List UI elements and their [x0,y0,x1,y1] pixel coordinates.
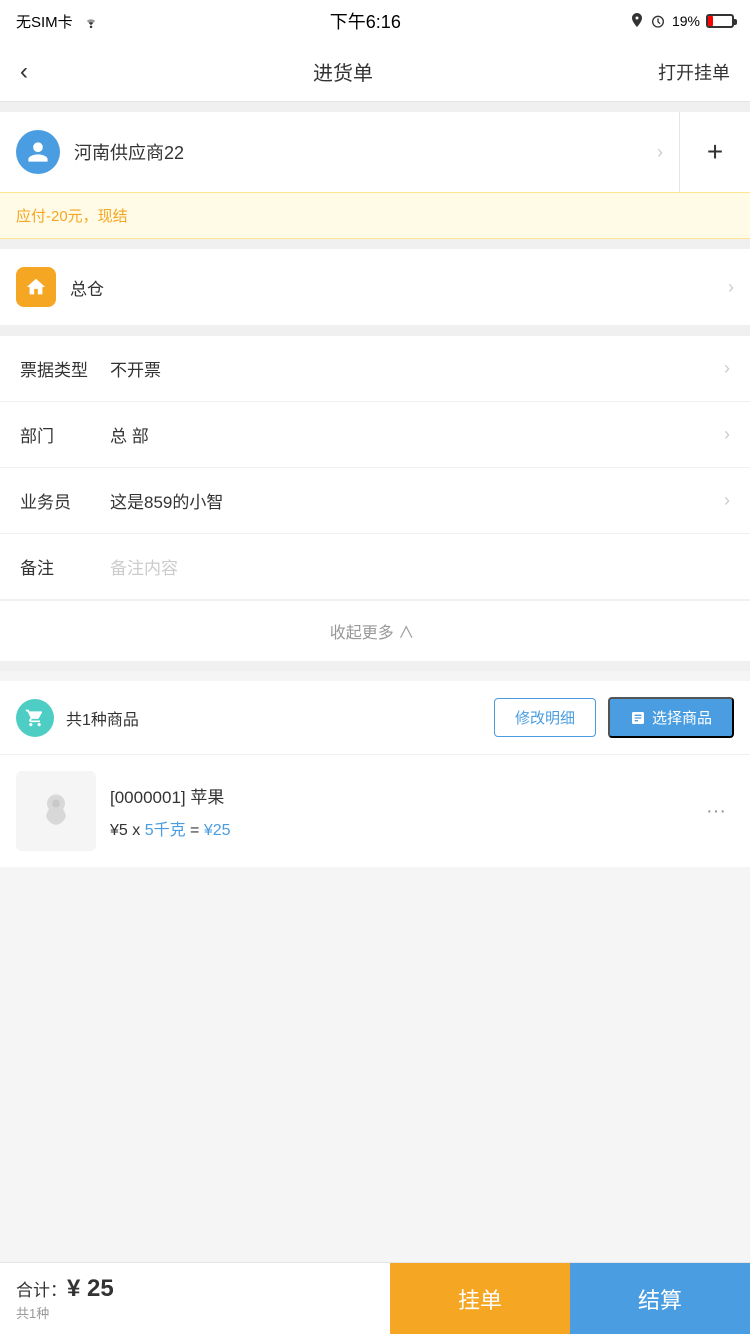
products-icon [16,699,54,737]
person-icon [26,140,50,164]
product-placeholder-icon [31,786,81,836]
chevron-right-icon: › [657,142,663,163]
warehouse-icon [16,267,56,307]
total-price: ¥25 [204,822,231,839]
notice-banner: 应付-20元，现结 [0,192,750,239]
alarm-icon [650,13,666,29]
divider-1 [0,102,750,112]
product-thumbnail [16,771,96,851]
products-count: 共1种商品 [66,706,482,730]
nav-bar: ‹ 进货单 打开挂单 [0,42,750,102]
select-product-label: 选择商品 [652,707,712,728]
divider-4 [0,661,750,671]
location-icon [630,13,644,29]
house-icon [25,276,47,298]
warehouse-chevron-icon: › [728,277,734,298]
collapse-label: 收起更多 ∧ [330,619,414,643]
supplier-section: 河南供应商22 › + [0,112,750,192]
wifi-icon [81,13,101,29]
products-section: 共1种商品 修改明细 选择商品 [0000001] 苹果 ¥5 x 5千克 = … [0,681,750,867]
total-amount: ¥ 25 [67,1275,114,1302]
cart-icon [25,708,45,728]
product-more-button[interactable]: ··· [698,792,734,831]
supplier-name: 河南供应商22 [74,139,657,165]
select-icon [630,710,646,726]
products-header: 共1种商品 修改明细 选择商品 [0,681,750,755]
remarks-label: 备注 [20,554,110,579]
pending-button[interactable]: 挂单 [390,1263,570,1334]
salesperson-chevron-icon: › [724,490,730,511]
warehouse-name: 总仓 [70,275,728,300]
battery-icon [706,14,734,28]
divider-2 [0,239,750,249]
total-main: 合计：¥ 25 [16,1275,374,1303]
department-chevron-icon: › [724,424,730,445]
invoice-type-label: 票据类型 [20,356,110,381]
remarks-row[interactable]: 备注 备注内容 [0,534,750,600]
product-code: [0000001] [110,788,190,807]
warehouse-row[interactable]: 总仓 › [0,249,750,326]
salesperson-label: 业务员 [20,488,110,513]
product-name: [0000001] 苹果 [110,783,698,808]
product-item: [0000001] 苹果 ¥5 x 5千克 = ¥25 ··· [0,755,750,867]
select-product-button[interactable]: 选择商品 [608,697,734,738]
product-title: 苹果 [190,788,224,807]
bottom-bar: 合计：¥ 25 共1种 挂单 结算 [0,1262,750,1334]
network-label: 无SIM卡 [16,11,73,32]
unit-price: ¥5 x [110,822,145,839]
status-right: 19% [630,13,734,29]
edit-detail-button[interactable]: 修改明细 [494,698,596,737]
remarks-input[interactable]: 备注内容 [110,554,730,579]
total-sub: 共1种 [16,1303,374,1322]
quantity: 5千克 [145,822,186,839]
status-left: 无SIM卡 [16,11,101,32]
supplier-avatar [16,130,60,174]
notice-text: 应付-20元，现结 [16,208,128,225]
status-time: 下午6:16 [330,8,401,34]
invoice-type-row[interactable]: 票据类型 不开票 › [0,336,750,402]
invoice-type-chevron-icon: › [724,358,730,379]
checkout-button[interactable]: 结算 [570,1263,750,1334]
product-info: [0000001] 苹果 ¥5 x 5千克 = ¥25 [110,783,698,840]
add-supplier-button[interactable]: + [680,112,750,192]
department-value: 总 部 [110,422,724,447]
divider-3 [0,326,750,336]
equals: = [186,822,204,839]
collapse-row[interactable]: 收起更多 ∧ [0,600,750,661]
department-label: 部门 [20,422,110,447]
total-section: 合计：¥ 25 共1种 [0,1263,390,1334]
battery-percent: 19% [672,13,700,29]
department-row[interactable]: 部门 总 部 › [0,402,750,468]
page-title: 进货单 [313,57,373,86]
form-section: 票据类型 不开票 › 部门 总 部 › 业务员 这是859的小智 › 备注 备注… [0,336,750,600]
status-bar: 无SIM卡 下午6:16 19% [0,0,750,42]
product-price: ¥5 x 5千克 = ¥25 [110,816,698,840]
salesperson-value: 这是859的小智 [110,488,724,513]
supplier-selector[interactable]: 河南供应商22 › [0,112,680,192]
back-button[interactable]: ‹ [20,58,28,86]
total-label: 合计： [16,1281,67,1300]
invoice-type-value: 不开票 [110,356,724,381]
salesperson-row[interactable]: 业务员 这是859的小智 › [0,468,750,534]
open-pending-button[interactable]: 打开挂单 [658,59,730,85]
